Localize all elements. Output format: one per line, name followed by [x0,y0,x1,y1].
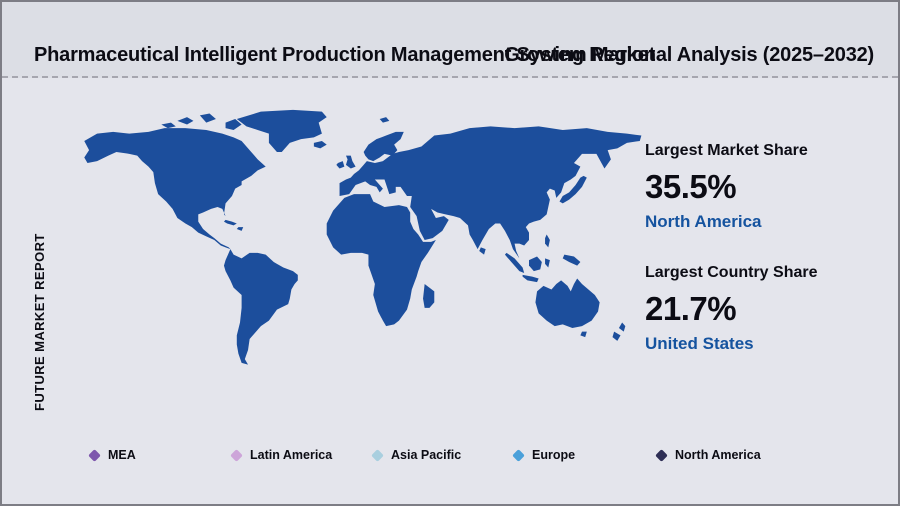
map-arctic-island [161,122,176,129]
legend-item-mea: MEA [88,448,136,462]
world-map [65,97,643,427]
stat-region: North America [645,212,762,231]
map-sumatra [504,252,525,273]
map-south-america [223,249,298,365]
map-madagascar [423,284,435,308]
map-svalbard [379,117,390,123]
stat-label: Largest Market Share [645,142,808,159]
legend-item-europe: Europe [512,448,576,462]
latin-america-marker-icon [230,448,243,462]
brand-watermark: FUTURE MARKET REPORT [32,233,47,411]
map-great-britain [345,155,356,169]
map-ireland [336,161,345,169]
map-cuba [223,219,237,226]
map-new-zealand-north [618,322,626,332]
legend-item-latin-america: Latin America [230,448,333,462]
map-hispaniola [236,227,244,231]
legend-label: MEA [108,448,136,462]
world-map-svg [84,109,642,365]
stat-value: 21.7% [645,290,737,327]
map-sri-lanka [479,247,486,255]
infographic-page: Pharmaceutical Intelligent Production Ma… [0,0,900,506]
map-borneo [529,256,542,272]
map-australia [535,278,600,328]
dashed-divider [2,76,898,78]
mea-marker-icon [88,448,101,462]
map-new-guinea [562,254,581,266]
map-sulawesi [545,258,550,268]
europe-marker-icon [512,448,525,462]
map-greenland [236,109,327,152]
stat-value: 35.5% [645,168,737,205]
stat-region: United States [645,334,754,353]
legend-label: Europe [532,448,576,462]
legend-item-north-america: North America [655,448,761,462]
stat-label: Largest Country Share [645,264,818,281]
north-america-marker-icon [655,448,668,462]
largest-country-share-stat: Largest Country Share 21.7% United State… [645,264,895,354]
legend-label: North America [675,448,761,462]
map-arctic-island [199,113,216,123]
asia-pacific-marker-icon [371,448,384,462]
map-new-zealand-south [612,331,621,341]
header-band: Pharmaceutical Intelligent Production Ma… [2,2,898,78]
map-iceland [313,141,327,149]
largest-market-share-stat: Largest Market Share 35.5% North America [645,142,895,232]
map-java [522,274,539,283]
map-arctic-island [177,117,194,125]
legend: MEA Latin America Asia Pacific Europe No… [2,448,898,468]
legend-label: Latin America [250,448,333,462]
legend-item-asia-pacific: Asia Pacific [371,448,462,462]
map-north-america [84,128,266,250]
map-philippines [545,234,550,248]
map-tasmania [580,331,587,338]
page-subtitle: Growing Regional Analysis (2025–2032) [504,44,874,66]
legend-label: Asia Pacific [391,448,462,462]
